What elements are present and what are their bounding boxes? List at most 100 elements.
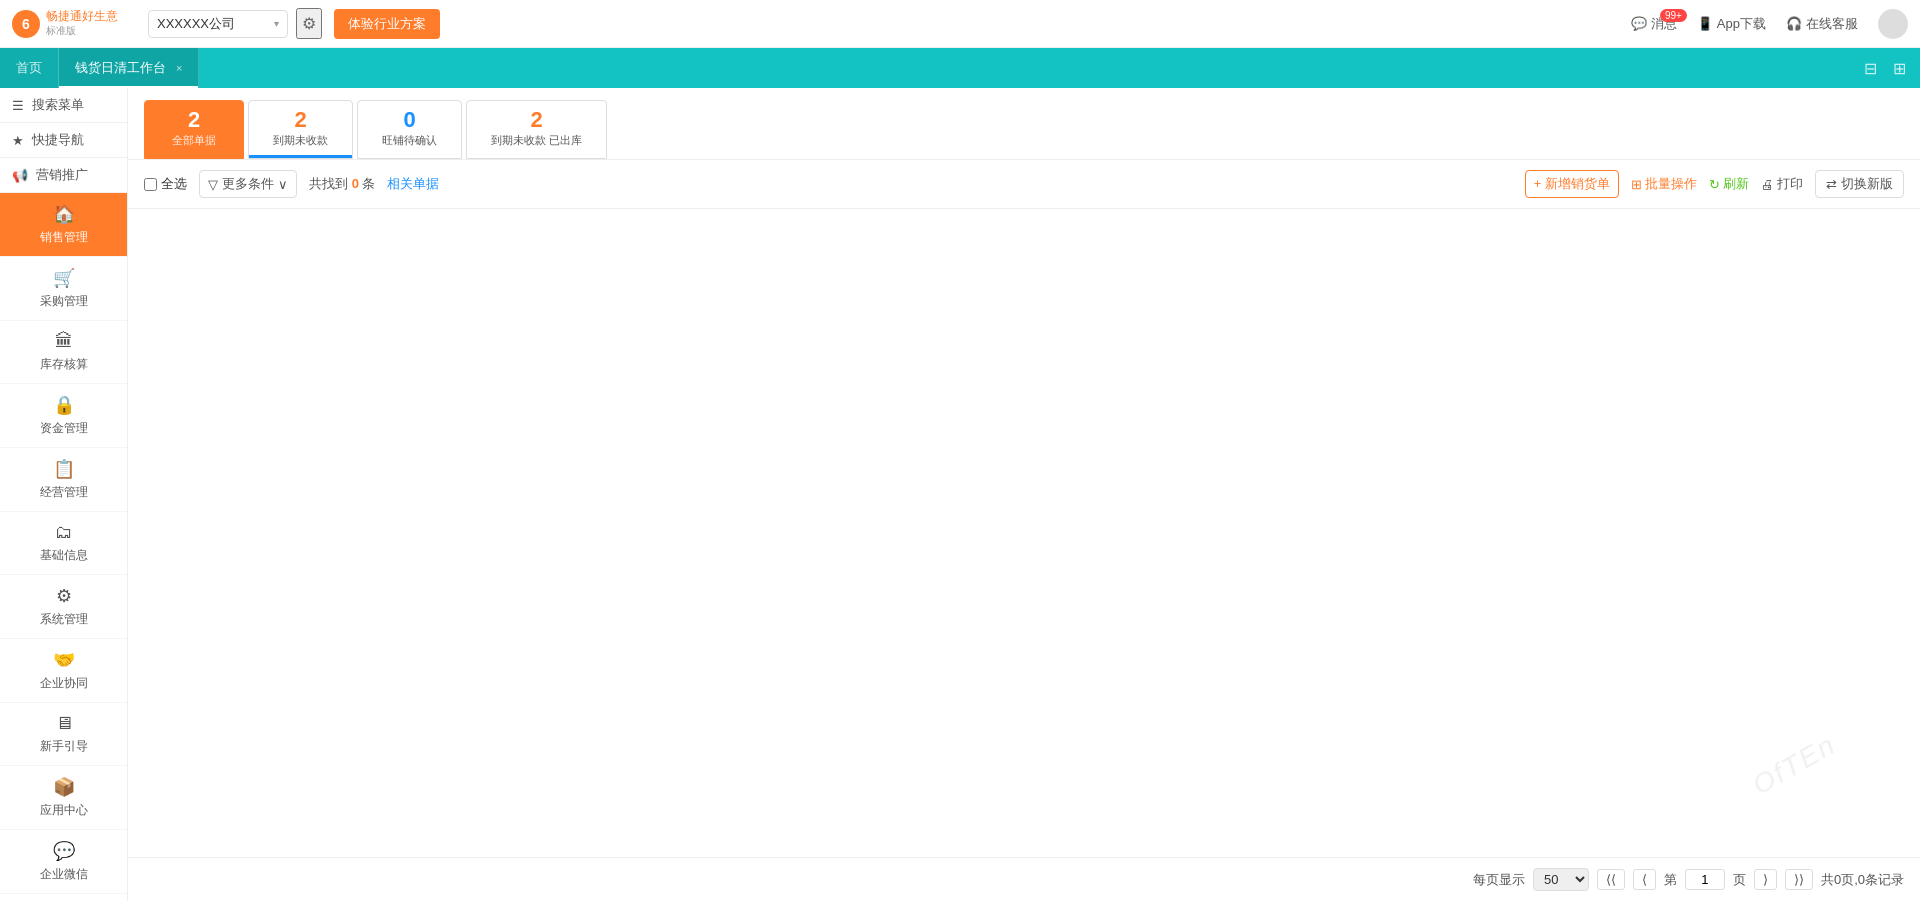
select-all-input[interactable] [144, 178, 157, 191]
online-service-label: 在线客服 [1806, 15, 1858, 33]
page-first-button[interactable]: ⟨⟨ [1597, 869, 1625, 890]
marketing-icon: 📢 [12, 168, 28, 183]
shipped-label: 到期未收款 已出库 [491, 133, 582, 148]
avatar[interactable] [1878, 9, 1908, 39]
tab-active[interactable]: 钱货日清工作台 × [59, 48, 199, 88]
print-button[interactable]: 🖨 打印 [1761, 175, 1803, 193]
summary-tab-overdue[interactable]: 2 到期未收款 [248, 100, 353, 159]
operations-label: 经营管理 [40, 484, 88, 501]
company-selector[interactable]: XXXXXX公司 ▾ [148, 10, 288, 38]
all-label: 全部单据 [172, 133, 216, 148]
tab-underline [59, 86, 198, 88]
sidebar-item-basic-info[interactable]: 🗂 基础信息 [0, 512, 127, 575]
summary-tab-all[interactable]: 2 全部单据 [144, 100, 244, 159]
sidebar-item-inventory[interactable]: 🏛 库存核算 [0, 321, 127, 384]
search-icon: ☰ [12, 98, 24, 113]
page-input[interactable] [1685, 869, 1725, 890]
summary-tab-wangpu[interactable]: 0 旺铺待确认 [357, 100, 462, 159]
sidebar-item-quicknav[interactable]: ★ 快捷导航 [0, 123, 127, 158]
page-suffix: 页 [1733, 871, 1746, 889]
sidebar-item-enterprise-collab[interactable]: 🤝 企业协同 [0, 639, 127, 703]
new-guide-icon: 🖥 [55, 713, 73, 734]
trial-button[interactable]: 体验行业方案 [334, 9, 440, 39]
select-all-checkbox[interactable]: 全选 [144, 175, 187, 193]
header-right: 💬 消息 99+ 📱 App下载 🎧 在线客服 [1631, 9, 1908, 39]
purchase-icon: 🛒 [53, 267, 75, 289]
sidebar-item-enterprise-wechat[interactable]: 💬 企业微信 [0, 830, 127, 894]
app-download-icon: 📱 [1697, 16, 1713, 31]
pagination-bar: 每页显示 50 100 200 ⟨⟨ ⟨ 第 页 ⟩ ⟩⟩ 共0页,0条记录 [128, 857, 1920, 901]
summary-tab-shipped[interactable]: 2 到期未收款 已出库 [466, 100, 607, 159]
toolbar-right: + 新增销货单 ⊞ 批量操作 ↻ 刷新 🖨 打印 ⇄ 切换新版 [1525, 170, 1904, 198]
total-label: 共0页,0条记录 [1821, 871, 1904, 889]
filter-icon: ▽ [208, 177, 218, 192]
nav-tabs-bar: 首页 钱货日清工作台 × ⊟ ⊞ [0, 48, 1920, 88]
minimize-icon[interactable]: ⊟ [1858, 55, 1883, 82]
logo-text-block: 畅捷通好生意 标准版 [46, 9, 118, 39]
enterprise-wechat-label: 企业微信 [40, 866, 88, 883]
refresh-button[interactable]: ↻ 刷新 [1709, 175, 1749, 193]
summary-tabs: 2 全部单据 2 到期未收款 0 旺铺待确认 2 到期未收款 已出库 [128, 88, 1920, 160]
online-service-button[interactable]: 🎧 在线客服 [1786, 15, 1858, 33]
basic-info-icon: 🗂 [55, 522, 73, 543]
filter-label: 更多条件 [222, 175, 274, 193]
page-last-button[interactable]: ⟩⟩ [1785, 869, 1813, 890]
settings-button[interactable]: ⚙ [296, 8, 322, 39]
finance-icon: 🔒 [53, 394, 75, 416]
filter-button[interactable]: ▽ 更多条件 ∨ [199, 170, 297, 198]
sales-icon: 🏠 [53, 203, 75, 225]
message-icon: 💬 [1631, 16, 1647, 31]
page-next-button[interactable]: ⟩ [1754, 869, 1777, 890]
per-page-select[interactable]: 50 100 200 [1533, 868, 1589, 891]
sidebar-item-sales[interactable]: 🏠 销售管理 [0, 193, 127, 257]
switch-icon: ⇄ [1826, 177, 1837, 192]
overdue-count: 2 [294, 109, 306, 131]
sidebar-item-app-center[interactable]: 📦 应用中心 [0, 766, 127, 830]
wangpu-label: 旺铺待确认 [382, 133, 437, 148]
purchase-label: 采购管理 [40, 293, 88, 310]
sidebar-item-finance[interactable]: 🔒 资金管理 [0, 384, 127, 448]
refresh-label: 刷新 [1723, 175, 1749, 193]
chevron-down-icon: ▾ [274, 18, 279, 29]
shipped-count: 2 [530, 109, 542, 131]
add-sale-button[interactable]: + 新增销货单 [1525, 170, 1619, 198]
all-count: 2 [188, 109, 200, 131]
tab-home[interactable]: 首页 [0, 48, 59, 88]
sidebar-item-new-guide[interactable]: 🖥 新手引导 [0, 703, 127, 766]
related-link[interactable]: 相关单据 [387, 175, 439, 193]
sidebar-item-system[interactable]: ⚙ 系统管理 [0, 575, 127, 639]
tab-progress-overdue [249, 155, 352, 158]
maximize-icon[interactable]: ⊞ [1887, 55, 1912, 82]
sidebar-item-member[interactable]: ▽ 畅会员 [0, 894, 127, 901]
wangpu-count: 0 [403, 109, 415, 131]
content-area: 2 全部单据 2 到期未收款 0 旺铺待确认 2 到期未收款 已出库 [128, 88, 1920, 901]
result-text: 共找到 0 条 [309, 175, 375, 193]
tab-close-icon[interactable]: × [176, 62, 182, 74]
inventory-label: 库存核算 [40, 356, 88, 373]
app-center-label: 应用中心 [40, 802, 88, 819]
main-layout: ☰ 搜索菜单 ★ 快捷导航 📢 营销推广 🏠 销售管理 🛒 采购管理 🏛 库存核… [0, 88, 1920, 901]
logo-line2: 标准版 [46, 24, 118, 38]
system-label: 系统管理 [40, 611, 88, 628]
sidebar-search[interactable]: ☰ 搜索菜单 [0, 88, 127, 123]
logo-area: 6 畅捷通好生意 标准版 [12, 9, 140, 39]
batch-button[interactable]: ⊞ 批量操作 [1631, 175, 1697, 193]
sidebar-item-marketing[interactable]: 📢 营销推广 [0, 158, 127, 193]
message-button[interactable]: 💬 消息 99+ [1631, 15, 1677, 33]
batch-icon: ⊞ [1631, 177, 1642, 192]
overdue-label: 到期未收款 [273, 133, 328, 148]
table-area [128, 209, 1920, 857]
chevron-filter-icon: ∨ [278, 177, 288, 192]
quick-nav-label: 快捷导航 [32, 131, 84, 149]
star-icon: ★ [12, 133, 24, 148]
sidebar-item-purchase[interactable]: 🛒 采购管理 [0, 257, 127, 321]
switch-version-button[interactable]: ⇄ 切换新版 [1815, 170, 1904, 198]
sidebar-item-operations[interactable]: 📋 经营管理 [0, 448, 127, 512]
app-download-button[interactable]: 📱 App下载 [1697, 15, 1766, 33]
page-prev-button[interactable]: ⟨ [1633, 869, 1656, 890]
company-name: XXXXXX公司 [157, 15, 270, 33]
message-badge: 99+ [1660, 9, 1687, 22]
result-unit: 条 [362, 176, 375, 191]
basic-info-label: 基础信息 [40, 547, 88, 564]
result-prefix: 共找到 [309, 176, 348, 191]
